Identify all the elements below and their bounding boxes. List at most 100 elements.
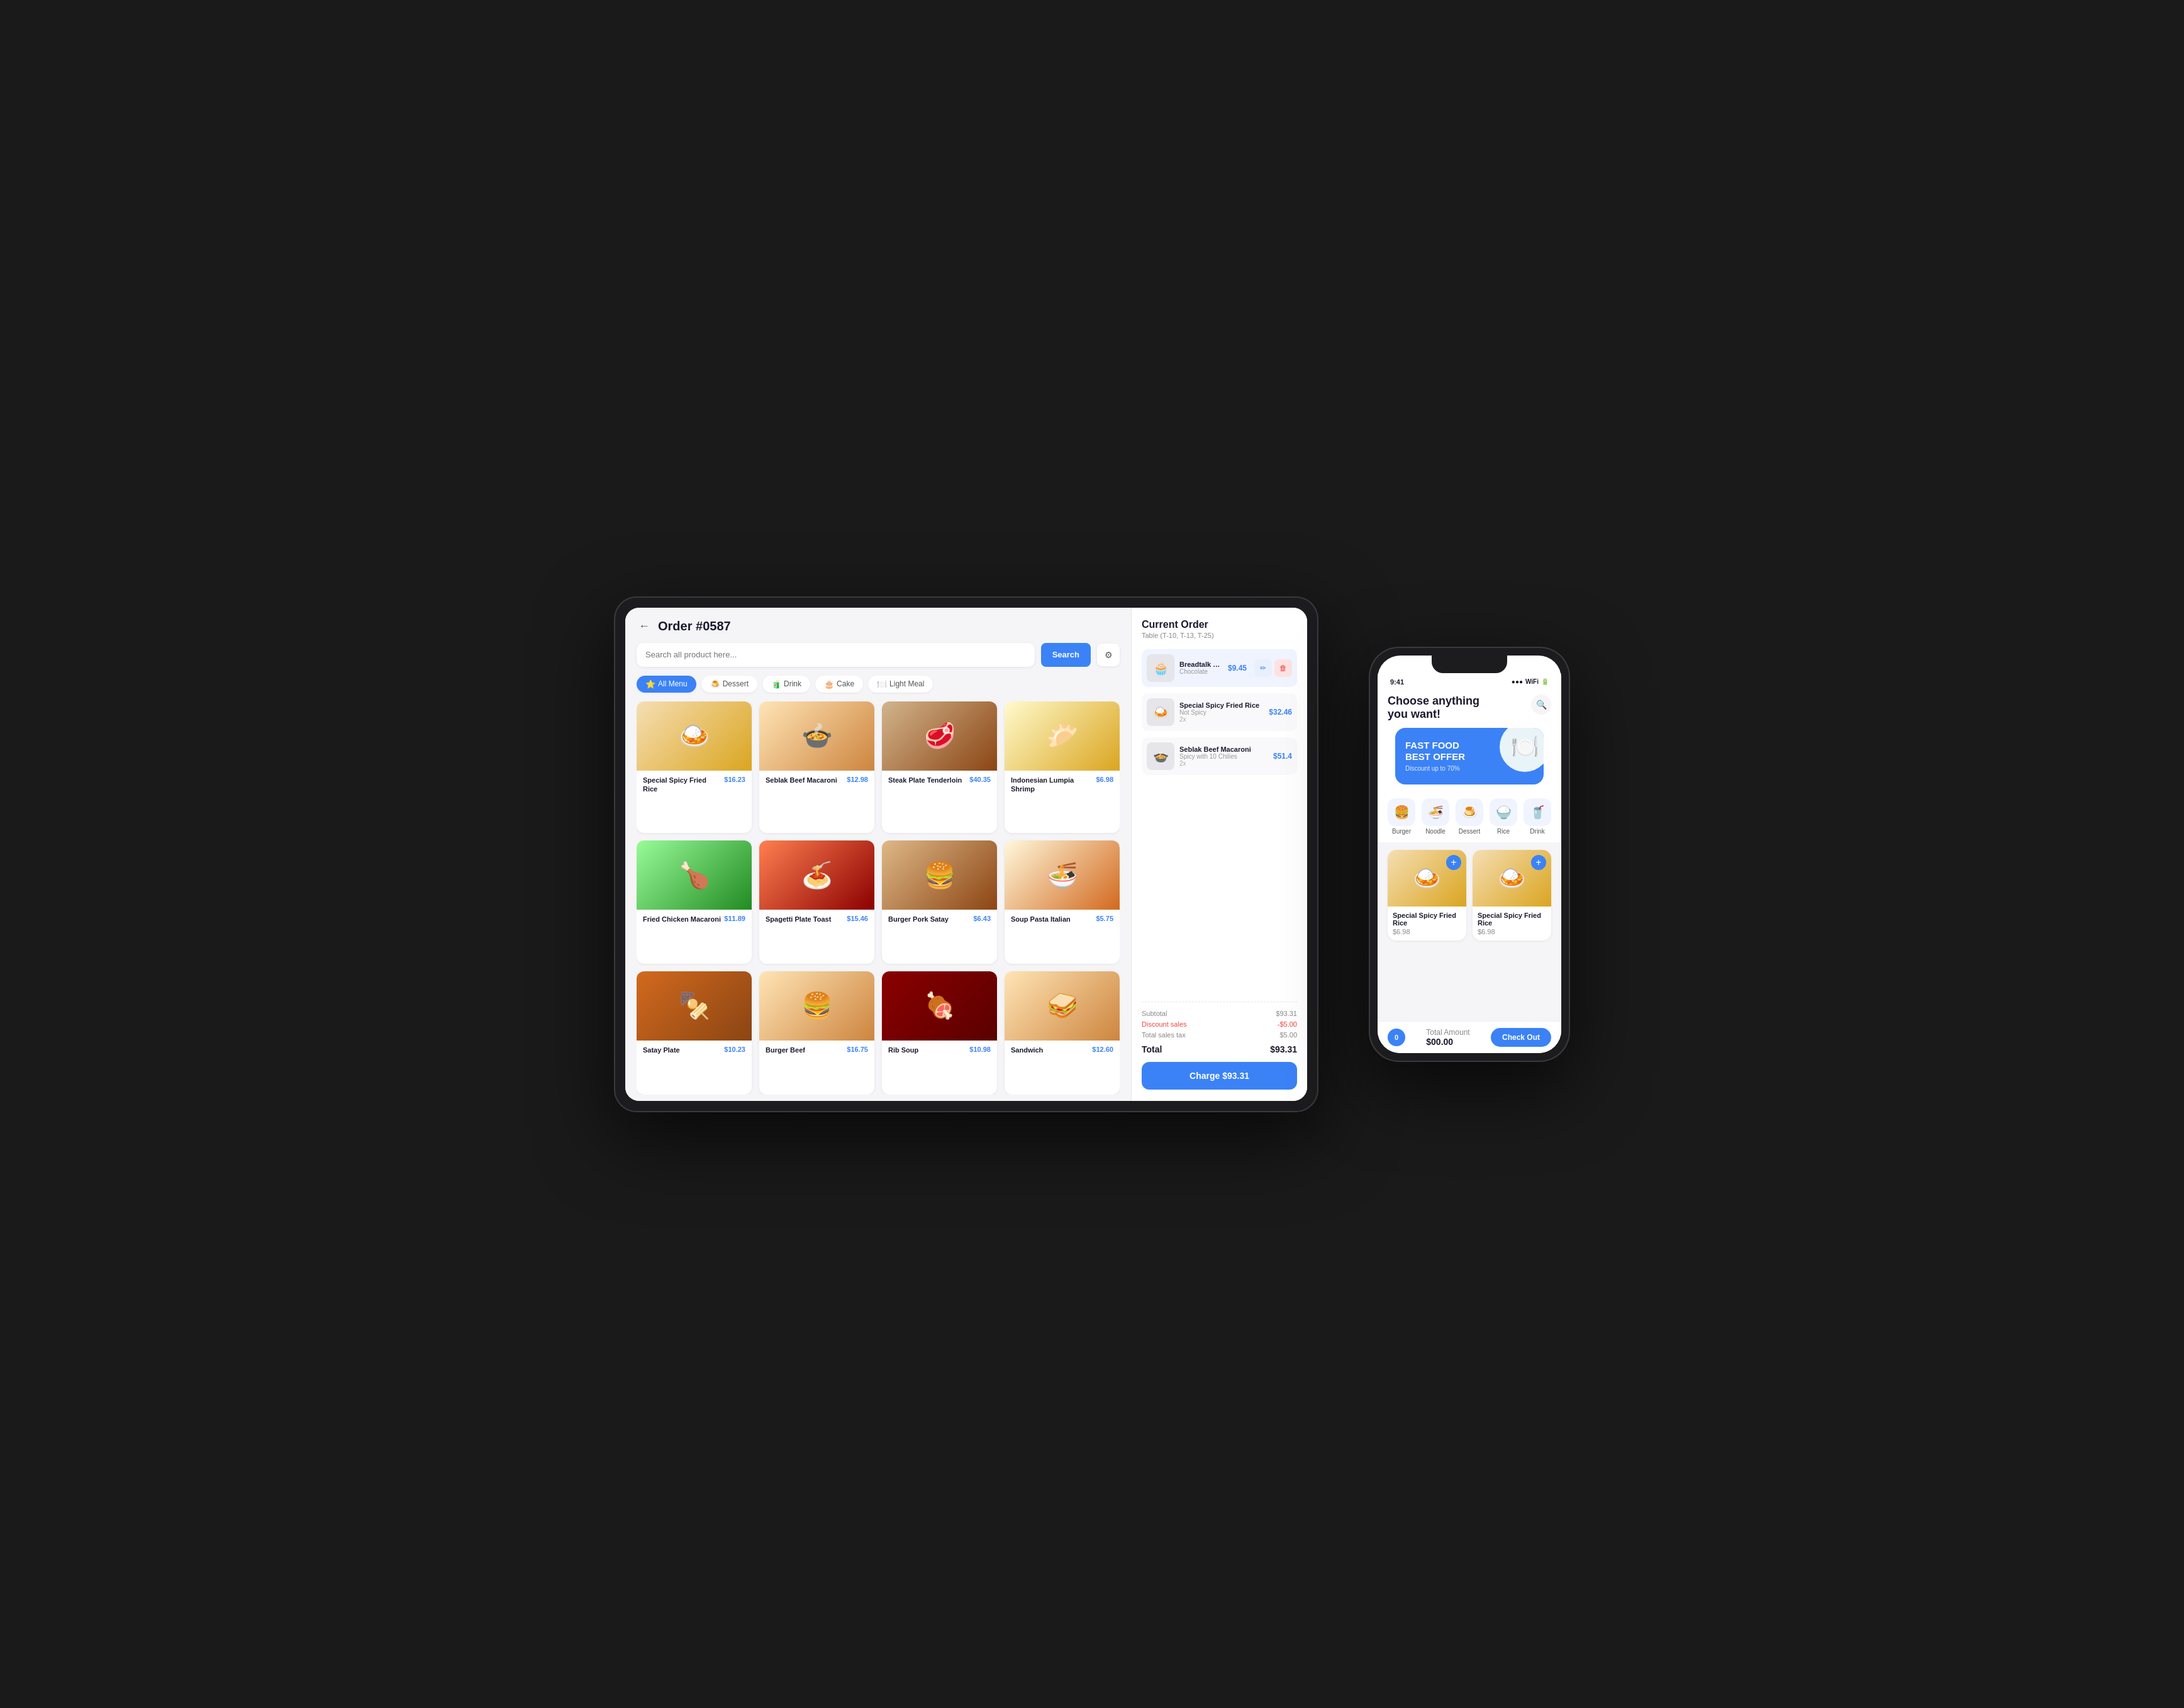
food-card-4[interactable]: 🥟 Indonesian Lumpia Shrimp $6.98 (1005, 701, 1120, 834)
subtotal-value: $93.31 (1276, 1010, 1297, 1017)
dessert-cat-icon: 🍮 (1456, 798, 1483, 826)
order-items: 🧁 Breadtalk With Foam Chocolate $9.45 ✏ … (1142, 649, 1297, 994)
drink-cat-icon: 🥤 (1524, 798, 1551, 826)
subtotal-row: Subtotal $93.31 (1142, 1010, 1297, 1017)
search-input-wrap[interactable] (637, 643, 1035, 667)
charge-button[interactable]: Charge $93.31 (1142, 1062, 1297, 1090)
food-grid: 🍛 Special Spicy Fried Rice $16.23 🍲 Sebl… (637, 701, 1120, 1095)
food-card-img-1: 🍛 (637, 701, 752, 771)
phone-food-card-1[interactable]: 🍛 + Special Spicy Fried Rice $6.98 (1388, 850, 1466, 941)
checkout-button[interactable]: Check Out (1491, 1028, 1551, 1047)
search-button[interactable]: Search (1041, 643, 1091, 667)
food-price-12: $12.60 (1092, 1046, 1113, 1053)
phone-header: Choose anythingyou want! 🔍 (1378, 686, 1561, 728)
phone-add-btn-1[interactable]: + (1446, 855, 1461, 870)
food-card-3[interactable]: 🥩 Steak Plate Tenderloin $40.35 (882, 701, 997, 834)
food-name-4: Indonesian Lumpia Shrimp (1011, 776, 1093, 794)
order-item-3: 🍲 Seblak Beef Macaroni Spicy with 10 Chi… (1142, 737, 1297, 775)
food-card-body-12: Sandwich $12.60 (1005, 1041, 1120, 1059)
header-row: ← Order #0587 (637, 619, 1120, 634)
food-card-2[interactable]: 🍲 Seblak Beef Macaroni $12.98 (759, 701, 874, 834)
food-name-3: Steak Plate Tenderloin (888, 776, 967, 784)
category-cake[interactable]: 🎂 Cake (815, 676, 863, 693)
phone-food-card-2[interactable]: 🍛 + Special Spicy Fried Rice $6.98 (1473, 850, 1551, 941)
phone-food-name-1: Special Spicy Fried Rice (1393, 912, 1461, 927)
category-light-meal[interactable]: 🍽️ Light Meal (868, 676, 933, 693)
category-dessert[interactable]: 🍮 Dessert (701, 676, 757, 693)
phone-search-button[interactable]: 🔍 (1531, 695, 1551, 715)
food-name-2: Seblak Beef Macaroni (766, 776, 844, 784)
search-input[interactable] (645, 650, 1026, 659)
order-item-name-3: Seblak Beef Macaroni (1179, 745, 1268, 753)
food-card-body-5: Fried Chicken Macaroni $11.89 (637, 910, 752, 929)
food-name-1: Special Spicy Fried Rice (643, 776, 722, 794)
food-name-11: Rib Soup (888, 1046, 967, 1054)
filter-button[interactable]: ⚙ (1097, 644, 1120, 666)
food-card-body-2: Seblak Beef Macaroni $12.98 (759, 771, 874, 790)
delete-button-1[interactable]: 🗑 (1274, 659, 1292, 677)
tablet-inner: ← Order #0587 Search ⚙ ⭐ All Menu (625, 608, 1307, 1101)
food-card-body-4: Indonesian Lumpia Shrimp $6.98 (1005, 771, 1120, 799)
food-card-8[interactable]: 🍜 Soup Pasta Italian $5.75 (1005, 840, 1120, 964)
food-card-1[interactable]: 🍛 Special Spicy Fried Rice $16.23 (637, 701, 752, 834)
food-name-6: Spagetti Plate Toast (766, 915, 844, 924)
phone-add-btn-2[interactable]: + (1531, 855, 1546, 870)
food-card-5[interactable]: 🍗 Fried Chicken Macaroni $11.89 (637, 840, 752, 964)
drink-icon: 🧃 (771, 679, 781, 689)
noodle-cat-icon: 🍜 (1422, 798, 1449, 826)
total-amount-section: Total Amount $00.00 (1426, 1028, 1469, 1047)
food-card-body-7: Burger Pork Satay $6.43 (882, 910, 997, 929)
tablet-device: ← Order #0587 Search ⚙ ⭐ All Menu (614, 596, 1318, 1112)
food-card-img-3: 🥩 (882, 701, 997, 771)
phone-food-price-2: $6.98 (1478, 928, 1546, 935)
phone-cat-dessert[interactable]: 🍮 Dessert (1456, 798, 1483, 835)
food-card-body-3: Steak Plate Tenderloin $40.35 (882, 771, 997, 790)
category-dessert-label: Dessert (723, 679, 749, 688)
food-card-7[interactable]: 🍔 Burger Pork Satay $6.43 (882, 840, 997, 964)
star-icon: ⭐ (645, 679, 655, 689)
dessert-icon: 🍮 (710, 679, 720, 689)
food-card-body-9: Satay Plate $10.23 (637, 1041, 752, 1059)
hero-subtitle: Discount up to 70% (1405, 765, 1465, 772)
food-name-9: Satay Plate (643, 1046, 722, 1054)
order-item-2: 🍛 Special Spicy Fried Rice Not Spicy 2x … (1142, 693, 1297, 731)
phone-food-body-1: Special Spicy Fried Rice $6.98 (1388, 907, 1466, 941)
edit-button-1[interactable]: ✏ (1254, 659, 1272, 677)
order-item-img-2: 🍛 (1147, 698, 1174, 726)
food-card-img-10: 🍔 (759, 971, 874, 1041)
food-card-11[interactable]: 🍖 Rib Soup $10.98 (882, 971, 997, 1095)
food-card-img-6: 🍝 (759, 840, 874, 910)
phone-status-bar: 9:41 ●●● WiFi 🔋 (1378, 673, 1561, 686)
phone-food-name-2: Special Spicy Fried Rice (1478, 912, 1546, 927)
food-card-img-8: 🍜 (1005, 840, 1120, 910)
phone-cat-burger[interactable]: 🍔 Burger (1388, 798, 1415, 835)
category-drink[interactable]: 🧃 Drink (762, 676, 810, 693)
hero-text: FAST FOODBEST OFFER Discount up to 70% (1405, 740, 1465, 772)
food-card-body-11: Rib Soup $10.98 (882, 1041, 997, 1059)
food-card-6[interactable]: 🍝 Spagetti Plate Toast $15.46 (759, 840, 874, 964)
food-card-9[interactable]: 🍢 Satay Plate $10.23 (637, 971, 752, 1095)
order-item-sub-3: Spicy with 10 Chilies (1179, 753, 1268, 760)
order-item-actions-1: ✏ 🗑 (1254, 659, 1292, 677)
food-price-1: $16.23 (724, 776, 745, 783)
phone-cat-noodle[interactable]: 🍜 Noodle (1422, 798, 1449, 835)
phone-food-price-1: $6.98 (1393, 928, 1461, 935)
order-item-name-1: Breadtalk With Foam (1179, 661, 1223, 668)
order-item-name-2: Special Spicy Fried Rice (1179, 701, 1264, 709)
food-card-12[interactable]: 🥪 Sandwich $12.60 (1005, 971, 1120, 1095)
tax-label: Total sales tax (1142, 1031, 1186, 1039)
order-item-img-1: 🧁 (1147, 654, 1174, 682)
discount-value: -$5.00 (1278, 1020, 1297, 1028)
food-card-10[interactable]: 🍔 Burger Beef $16.75 (759, 971, 874, 1095)
burger-cat-icon: 🍔 (1388, 798, 1415, 826)
food-price-6: $15.46 (847, 915, 868, 922)
food-price-7: $6.43 (973, 915, 991, 922)
order-panel-title: Current Order (1142, 619, 1297, 630)
food-name-12: Sandwich (1011, 1046, 1089, 1054)
category-all-menu[interactable]: ⭐ All Menu (637, 676, 696, 693)
back-button[interactable]: ← (637, 619, 652, 634)
category-cake-label: Cake (837, 679, 854, 688)
phone-cat-rice[interactable]: 🍚 Rice (1490, 798, 1517, 835)
phone-cat-drink[interactable]: 🥤 Drink (1524, 798, 1551, 835)
right-panel: Current Order Table (T-10, T-13, T-25) 🧁… (1131, 608, 1307, 1101)
